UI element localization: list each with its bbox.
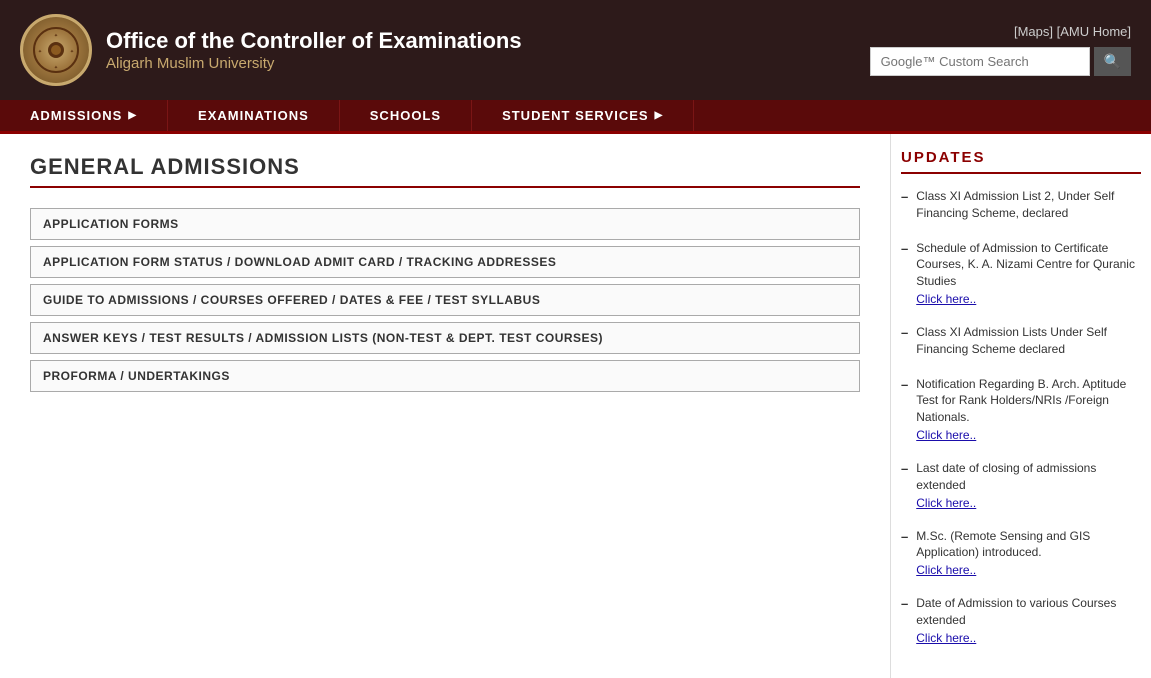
menu-item-form-status[interactable]: APPLICATION FORM STATUS / DOWNLOAD ADMIT…: [30, 246, 860, 278]
update-link-6[interactable]: Click here..: [916, 631, 1141, 645]
update-link-3[interactable]: Click here..: [916, 428, 1141, 442]
header-links[interactable]: [Maps] [AMU Home]: [1014, 24, 1131, 39]
page-title: GENERAL ADMISSIONS: [30, 154, 860, 180]
menu-list: APPLICATION FORMS APPLICATION FORM STATU…: [30, 208, 860, 392]
nav-arrow-student-services: ▶: [655, 110, 664, 121]
site-title: Office of the Controller of Examinations: [106, 28, 522, 54]
update-item-4: – Last date of closing of admissions ext…: [901, 460, 1141, 514]
update-text-5: M.Sc. (Remote Sensing and GIS Applicatio…: [916, 529, 1090, 560]
update-link-4[interactable]: Click here..: [916, 496, 1141, 510]
nav-item-admissions[interactable]: ADMISSIONS ▶: [0, 100, 168, 131]
updates-underline: [901, 172, 1141, 174]
svg-text:✦: ✦: [54, 33, 58, 39]
nav-item-student-services[interactable]: STUDENT SERVICES ▶: [472, 100, 694, 131]
update-item-1: – Schedule of Admission to Certificate C…: [901, 240, 1141, 310]
update-dash-6: –: [901, 596, 908, 611]
update-item-6: – Date of Admission to various Courses e…: [901, 595, 1141, 649]
logo-inner: ✦ ✦ ✦ ✦: [23, 17, 89, 83]
update-text-4: Last date of closing of admissions exten…: [916, 461, 1096, 492]
update-content-5: M.Sc. (Remote Sensing and GIS Applicatio…: [916, 528, 1141, 578]
svg-text:✦: ✦: [54, 65, 58, 71]
update-content-6: Date of Admission to various Courses ext…: [916, 595, 1141, 645]
svg-text:✦: ✦: [70, 49, 74, 55]
nav-label-student-services: STUDENT SERVICES: [502, 108, 649, 123]
menu-item-answer-keys[interactable]: ANSWER KEYS / TEST RESULTS / ADMISSION L…: [30, 322, 860, 354]
nav-item-schools[interactable]: SCHOOLS: [340, 100, 472, 131]
updates-title: UPDATES: [901, 149, 1141, 166]
title-underline: [30, 186, 860, 188]
menu-item-application-forms[interactable]: APPLICATION FORMS: [30, 208, 860, 240]
update-dash-5: –: [901, 529, 908, 544]
site-subtitle: Aligarh Muslim University: [106, 55, 522, 72]
nav-item-examinations[interactable]: EXAMINATIONS: [168, 100, 340, 131]
update-dash-1: –: [901, 241, 908, 256]
nav-label-schools: SCHOOLS: [370, 108, 441, 123]
update-text-6: Date of Admission to various Courses ext…: [916, 596, 1116, 627]
update-text-3: Notification Regarding B. Arch. Aptitude…: [916, 377, 1126, 425]
update-item-0: – Class XI Admission List 2, Under Self …: [901, 188, 1141, 226]
main-nav: ADMISSIONS ▶ EXAMINATIONS SCHOOLS STUDEN…: [0, 100, 1151, 134]
update-item-3: – Notification Regarding B. Arch. Aptitu…: [901, 376, 1141, 446]
update-dash-0: –: [901, 189, 908, 204]
update-content-3: Notification Regarding B. Arch. Aptitude…: [916, 376, 1141, 442]
update-item-2: – Class XI Admission Lists Under Self Fi…: [901, 324, 1141, 362]
search-bar: 🔍: [870, 47, 1131, 76]
logo: ✦ ✦ ✦ ✦: [20, 14, 92, 86]
header-right: [Maps] [AMU Home] 🔍: [870, 24, 1131, 76]
update-link-1[interactable]: Click here..: [916, 292, 1141, 306]
menu-item-guide[interactable]: GUIDE TO ADMISSIONS / COURSES OFFERED / …: [30, 284, 860, 316]
update-text-1: Schedule of Admission to Certificate Cou…: [916, 241, 1135, 289]
svg-text:✦: ✦: [38, 49, 42, 55]
update-content-2: Class XI Admission Lists Under Self Fina…: [916, 324, 1141, 358]
update-dash-3: –: [901, 377, 908, 392]
header-left: ✦ ✦ ✦ ✦ Office of the Controller of Exam…: [20, 14, 522, 86]
update-text-2: Class XI Admission Lists Under Self Fina…: [916, 325, 1107, 356]
main-section: GENERAL ADMISSIONS APPLICATION FORMS APP…: [0, 134, 891, 678]
update-content-4: Last date of closing of admissions exten…: [916, 460, 1141, 510]
nav-label-admissions: ADMISSIONS: [30, 108, 122, 123]
menu-item-proforma[interactable]: PROFORMA / UNDERTAKINGS: [30, 360, 860, 392]
header: ✦ ✦ ✦ ✦ Office of the Controller of Exam…: [0, 0, 1151, 100]
nav-label-examinations: EXAMINATIONS: [198, 108, 309, 123]
logo-text: Office of the Controller of Examinations…: [106, 28, 522, 71]
update-dash-2: –: [901, 325, 908, 340]
update-dash-4: –: [901, 461, 908, 476]
sidebar: UPDATES – Class XI Admission List 2, Und…: [891, 134, 1151, 678]
update-content-1: Schedule of Admission to Certificate Cou…: [916, 240, 1141, 306]
search-button[interactable]: 🔍: [1094, 47, 1131, 76]
update-content-0: Class XI Admission List 2, Under Self Fi…: [916, 188, 1141, 222]
nav-arrow-admissions: ▶: [128, 110, 137, 121]
search-input[interactable]: [870, 47, 1090, 76]
content-area: GENERAL ADMISSIONS APPLICATION FORMS APP…: [0, 134, 1151, 678]
update-link-5[interactable]: Click here..: [916, 563, 1141, 577]
update-item-5: – M.Sc. (Remote Sensing and GIS Applicat…: [901, 528, 1141, 582]
update-text-0: Class XI Admission List 2, Under Self Fi…: [916, 189, 1114, 220]
